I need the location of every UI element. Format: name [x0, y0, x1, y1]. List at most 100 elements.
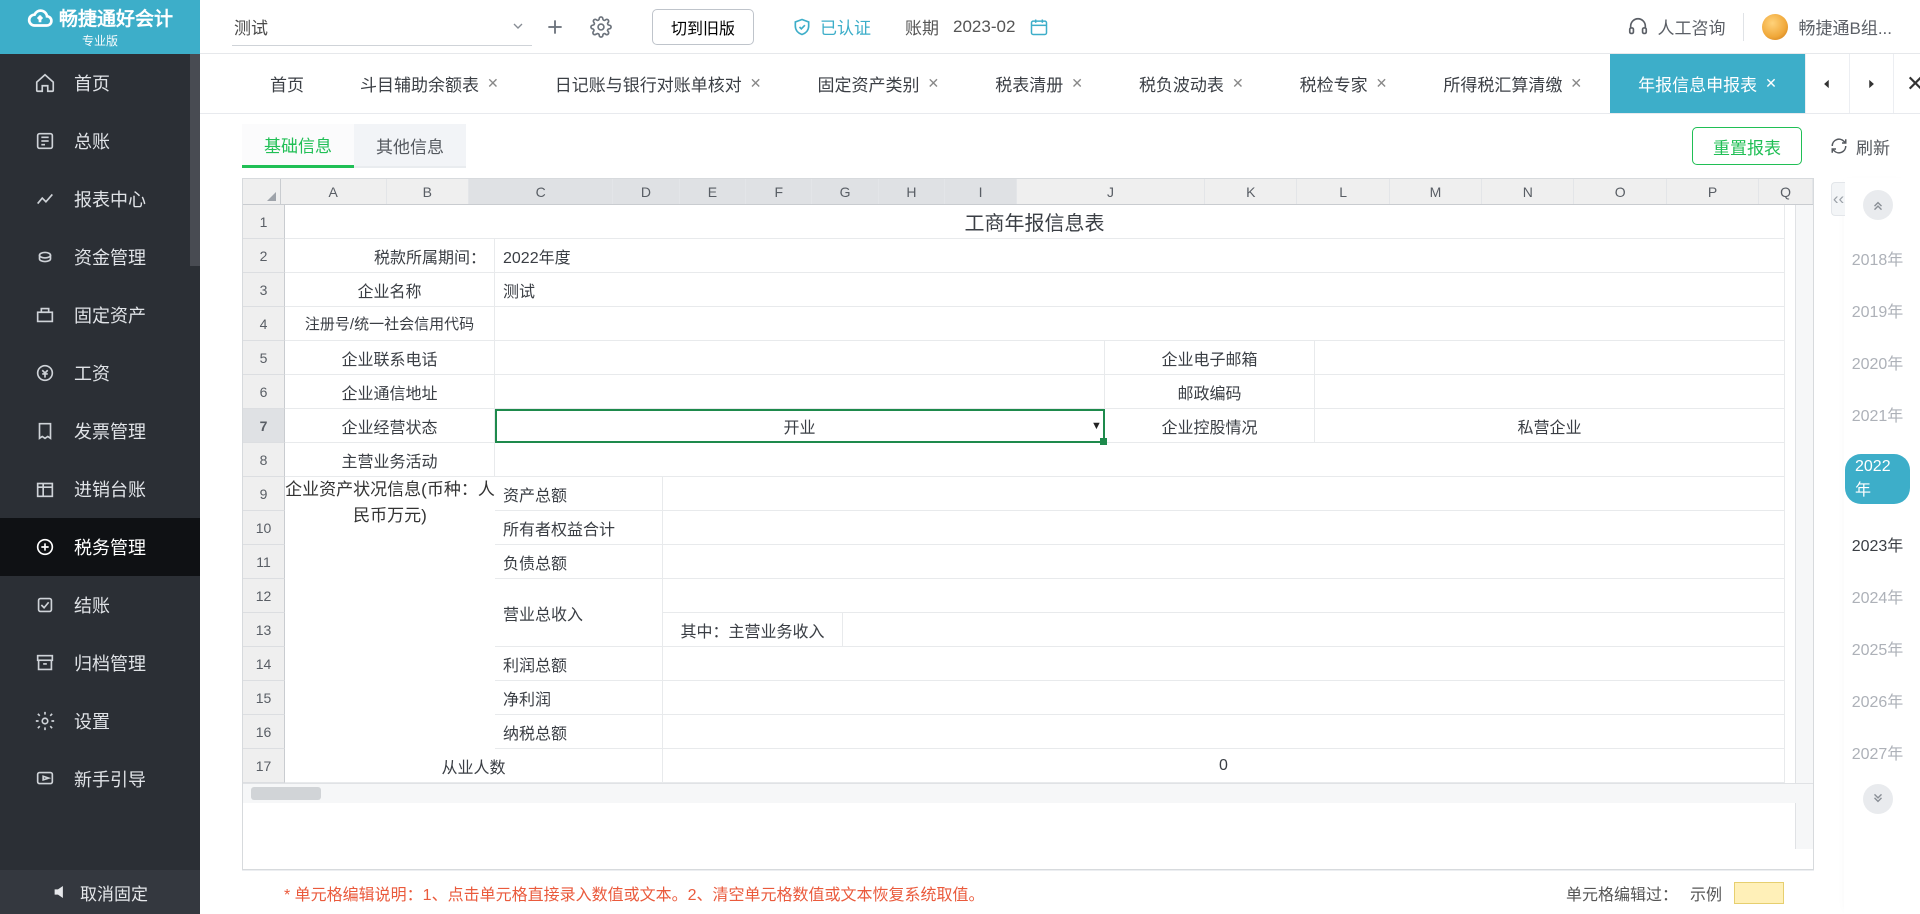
col-header-E[interactable]: E — [680, 179, 746, 204]
col-header-L[interactable]: L — [1297, 179, 1389, 204]
year-2024[interactable]: 2024年 — [1852, 584, 1904, 608]
collapse-rail-button[interactable]: ‹‹ — [1831, 182, 1845, 216]
subtab-other[interactable]: 其他信息 — [354, 124, 466, 166]
tab-年报信息申报表[interactable]: 年报信息申报表✕ — [1610, 54, 1805, 113]
employees-value[interactable]: 0 — [663, 749, 1785, 783]
year-2020[interactable]: 2020年 — [1852, 350, 1904, 374]
close-icon[interactable]: ✕ — [1232, 75, 1244, 92]
sidebar-item-home[interactable]: 首页 — [0, 54, 200, 112]
year-2019[interactable]: 2019年 — [1852, 298, 1904, 322]
close-icon[interactable]: ✕ — [1071, 75, 1083, 92]
col-header-N[interactable]: N — [1482, 179, 1574, 204]
close-icon[interactable]: ✕ — [487, 75, 499, 92]
biz-status-value[interactable]: 开业 — [495, 409, 1105, 443]
spreadsheet[interactable]: ABCDEFGHIJKLMNOPQ 1工商年报信息表 2 税款所属期间： 202… — [242, 178, 1814, 870]
total-assets-value[interactable] — [663, 477, 1785, 511]
col-header-O[interactable]: O — [1574, 179, 1666, 204]
col-header-I[interactable]: I — [945, 179, 1017, 204]
col-header-F[interactable]: F — [746, 179, 812, 204]
close-icon[interactable]: ✕ — [1570, 75, 1582, 92]
close-icon[interactable]: ✕ — [1765, 75, 1777, 92]
owner-equity-value[interactable] — [663, 511, 1785, 545]
tab-税表清册[interactable]: 税表清册✕ — [967, 54, 1111, 113]
help-button[interactable]: 人工咨询 — [1627, 14, 1725, 39]
phone-value[interactable] — [495, 341, 1105, 375]
tab-首页[interactable]: 首页 — [242, 54, 332, 113]
close-icon[interactable]: ✕ — [1376, 75, 1388, 92]
add-account-button[interactable] — [532, 8, 578, 46]
year-down-button[interactable] — [1863, 784, 1893, 814]
net-profit-value[interactable] — [663, 681, 1785, 715]
main-biz-income-value[interactable] — [843, 613, 1785, 647]
tabs-close-button[interactable]: ✕ — [1893, 54, 1920, 113]
settings-icon-button[interactable] — [578, 8, 624, 46]
company-name-value[interactable]: 测试 — [495, 273, 1785, 307]
sidebar-item-inventory[interactable]: 进销台账 — [0, 460, 200, 518]
verified-badge[interactable]: 已认证 — [792, 14, 871, 39]
year-2018[interactable]: 2018年 — [1852, 246, 1904, 270]
year-2023[interactable]: 2023年 — [1852, 532, 1904, 556]
sidebar-item-ledger[interactable]: 总账 — [0, 112, 200, 170]
col-header-B[interactable]: B — [387, 179, 470, 204]
col-header-C[interactable]: C — [469, 179, 613, 204]
total-tax-value[interactable] — [663, 715, 1785, 749]
sidebar-item-invoice[interactable]: 发票管理 — [0, 402, 200, 460]
sidebar-item-salary[interactable]: 工资 — [0, 344, 200, 402]
year-2025[interactable]: 2025年 — [1852, 636, 1904, 660]
address-value[interactable] — [495, 375, 1105, 409]
tabs-prev-button[interactable] — [1805, 54, 1849, 113]
refresh-button[interactable]: 刷新 — [1830, 134, 1890, 159]
col-header-H[interactable]: H — [879, 179, 945, 204]
tab-日记账与银行对账单核对[interactable]: 日记账与银行对账单核对✕ — [527, 54, 790, 113]
switch-old-version-button[interactable]: 切到旧版 — [652, 9, 754, 45]
tab-税检专家[interactable]: 税检专家✕ — [1272, 54, 1416, 113]
sidebar-item-reports[interactable]: 报表中心 — [0, 170, 200, 228]
col-header-G[interactable]: G — [812, 179, 878, 204]
holding-value[interactable]: 私营企业 — [1315, 409, 1785, 443]
col-header-D[interactable]: D — [613, 179, 679, 204]
total-profit-value[interactable] — [663, 647, 1785, 681]
year-2027[interactable]: 2027年 — [1852, 740, 1904, 764]
postal-value[interactable] — [1315, 375, 1785, 409]
sidebar-item-settings[interactable]: 设置 — [0, 692, 200, 750]
close-icon[interactable]: ✕ — [927, 75, 939, 92]
total-revenue-value[interactable] — [663, 579, 1785, 613]
email-value[interactable] — [1315, 341, 1785, 375]
tab-斗目辅助余额表[interactable]: 斗目辅助余额表✕ — [332, 54, 527, 113]
sidebar-item-tax[interactable]: 税务管理 — [0, 518, 200, 576]
main-biz-value[interactable] — [495, 443, 1785, 477]
unpin-sidebar-button[interactable]: 取消固定 — [0, 870, 200, 914]
col-header-P[interactable]: P — [1667, 179, 1759, 204]
year-2022[interactable]: 2022年 — [1845, 454, 1910, 504]
sidebar-scrollbar[interactable] — [190, 54, 200, 266]
year-2021[interactable]: 2021年 — [1852, 402, 1904, 426]
sidebar-item-fixed-assets[interactable]: 固定资产 — [0, 286, 200, 344]
sidebar-item-archive[interactable]: 归档管理 — [0, 634, 200, 692]
tab-税负波动表[interactable]: 税负波动表✕ — [1111, 54, 1272, 113]
total-liab-value[interactable] — [663, 545, 1785, 579]
reset-report-button[interactable]: 重置报表 — [1692, 127, 1802, 165]
account-select-trigger[interactable]: 测试 — [232, 8, 532, 46]
tab-所得税汇算清缴[interactable]: 所得税汇算清缴✕ — [1415, 54, 1610, 113]
horizontal-scrollbar[interactable] — [243, 783, 1813, 803]
user-menu[interactable]: 畅捷通B组... — [1762, 14, 1892, 40]
tabs-next-button[interactable] — [1849, 54, 1893, 113]
year-2026[interactable]: 2026年 — [1852, 688, 1904, 712]
tab-固定资产类别[interactable]: 固定资产类别✕ — [789, 54, 967, 113]
col-header-J[interactable]: J — [1017, 179, 1205, 204]
col-header-K[interactable]: K — [1205, 179, 1297, 204]
col-header-A[interactable]: A — [281, 179, 387, 204]
sidebar-item-closing[interactable]: 结账 — [0, 576, 200, 634]
calendar-icon[interactable] — [1029, 17, 1049, 37]
sidebar-item-guide[interactable]: 新手引导 — [0, 750, 200, 808]
col-header-Q[interactable]: Q — [1759, 179, 1813, 204]
period-value-cell[interactable]: 2022年度 — [495, 239, 1785, 273]
reg-code-value[interactable] — [495, 307, 1785, 341]
subtab-basic[interactable]: 基础信息 — [242, 124, 354, 168]
col-header-M[interactable]: M — [1390, 179, 1482, 204]
sidebar-item-funds[interactable]: 资金管理 — [0, 228, 200, 286]
vertical-scrollbar[interactable] — [1795, 205, 1813, 849]
year-up-button[interactable] — [1863, 190, 1893, 220]
close-icon[interactable]: ✕ — [750, 75, 762, 92]
select-all-corner[interactable] — [243, 179, 281, 204]
